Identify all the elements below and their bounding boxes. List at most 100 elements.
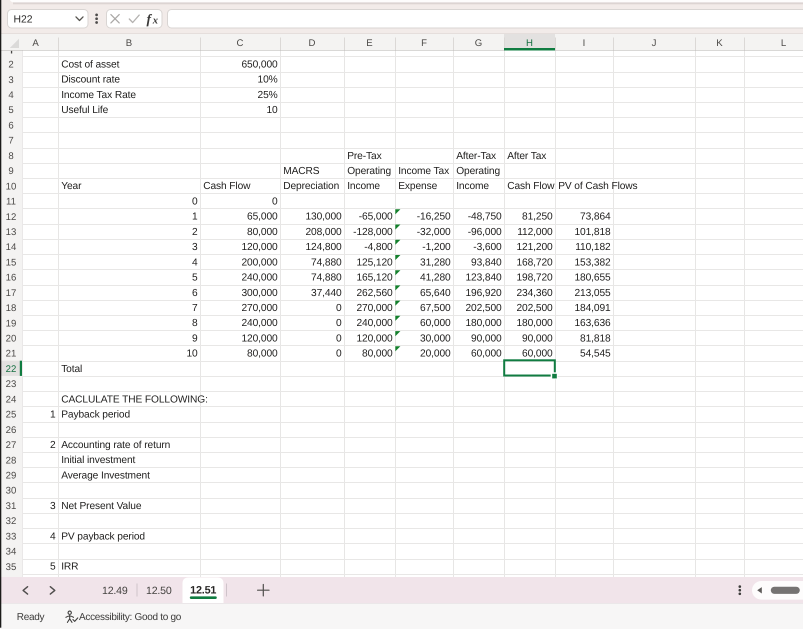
svg-text:Operating: Operating xyxy=(347,166,391,177)
svg-text:41,280: 41,280 xyxy=(420,273,451,284)
svg-text:15: 15 xyxy=(6,257,17,268)
svg-text:60,000: 60,000 xyxy=(420,318,451,329)
svg-text:H: H xyxy=(526,38,533,49)
svg-text:-96,000: -96,000 xyxy=(468,227,502,238)
svg-text:3: 3 xyxy=(50,501,56,512)
svg-text:25%: 25% xyxy=(258,90,278,101)
svg-text:K: K xyxy=(716,38,723,49)
svg-text:24: 24 xyxy=(6,394,17,405)
svg-text:12.51: 12.51 xyxy=(190,585,216,597)
svg-text:180,000: 180,000 xyxy=(465,318,502,329)
svg-text:Operating: Operating xyxy=(456,166,500,177)
svg-text:18: 18 xyxy=(6,303,17,314)
svg-text:54,545: 54,545 xyxy=(580,349,611,360)
svg-text:2: 2 xyxy=(8,60,13,71)
svg-text:0: 0 xyxy=(336,303,342,314)
svg-text:25: 25 xyxy=(6,410,17,421)
svg-text:-4,800: -4,800 xyxy=(364,242,393,253)
svg-text:125,120: 125,120 xyxy=(356,257,393,268)
svg-text:67,500: 67,500 xyxy=(420,303,451,314)
svg-text:31: 31 xyxy=(6,501,17,512)
svg-text:34: 34 xyxy=(6,547,17,558)
svg-text:165,120: 165,120 xyxy=(356,273,393,284)
svg-text:Income: Income xyxy=(347,181,380,192)
svg-text:10%: 10% xyxy=(258,75,278,86)
svg-text:168,720: 168,720 xyxy=(516,257,553,268)
svg-text:270,000: 270,000 xyxy=(241,303,278,314)
svg-text:120,000: 120,000 xyxy=(241,242,278,253)
svg-text:270,000: 270,000 xyxy=(356,303,393,314)
svg-text:81,818: 81,818 xyxy=(580,333,611,344)
svg-text:Initial investment: Initial investment xyxy=(61,455,135,466)
svg-text:Useful Life: Useful Life xyxy=(61,105,108,116)
svg-text:0: 0 xyxy=(336,349,342,360)
svg-text:81,250: 81,250 xyxy=(522,212,553,223)
svg-text:B: B xyxy=(126,38,132,49)
svg-text:184,091: 184,091 xyxy=(574,303,611,314)
svg-text:120,000: 120,000 xyxy=(241,333,278,344)
svg-text:12.49: 12.49 xyxy=(102,585,128,597)
svg-text:MACRS: MACRS xyxy=(283,166,320,177)
svg-text:6: 6 xyxy=(8,120,13,131)
svg-text:163,636: 163,636 xyxy=(574,318,611,329)
svg-text:80,000: 80,000 xyxy=(362,349,393,360)
svg-text:32: 32 xyxy=(6,516,17,527)
svg-text:20,000: 20,000 xyxy=(420,349,451,360)
svg-text:650,000: 650,000 xyxy=(241,59,278,70)
svg-text:-48,750: -48,750 xyxy=(468,212,502,223)
svg-text:L: L xyxy=(781,38,787,49)
svg-text:5: 5 xyxy=(8,105,13,116)
svg-text:H22: H22 xyxy=(14,14,33,25)
svg-text:124,800: 124,800 xyxy=(305,242,342,253)
svg-text:300,000: 300,000 xyxy=(241,288,278,299)
svg-text:16: 16 xyxy=(6,273,17,284)
svg-text:74,880: 74,880 xyxy=(311,257,342,268)
svg-text:22: 22 xyxy=(6,364,17,375)
svg-text:1: 1 xyxy=(192,212,198,223)
svg-text:After Tax: After Tax xyxy=(507,151,546,162)
svg-text:200,000: 200,000 xyxy=(241,257,278,268)
svg-text:-3,600: -3,600 xyxy=(473,242,502,253)
svg-text:After-Tax: After-Tax xyxy=(456,151,496,162)
svg-text:9: 9 xyxy=(8,166,13,177)
svg-text:Income Tax Rate: Income Tax Rate xyxy=(61,90,136,101)
svg-text:262,560: 262,560 xyxy=(356,288,393,299)
svg-text:180,000: 180,000 xyxy=(516,318,553,329)
svg-text:Expense: Expense xyxy=(398,181,437,192)
svg-text:20: 20 xyxy=(6,334,17,345)
svg-text:-32,000: -32,000 xyxy=(417,227,451,238)
svg-text:37,440: 37,440 xyxy=(311,288,342,299)
svg-text:35: 35 xyxy=(6,562,17,573)
svg-text:101,818: 101,818 xyxy=(574,227,611,238)
svg-text:202,500: 202,500 xyxy=(516,303,553,314)
svg-text:0: 0 xyxy=(192,196,198,207)
svg-text:0: 0 xyxy=(336,333,342,344)
svg-text:Cash Flow: Cash Flow xyxy=(203,181,251,192)
svg-text:Payback period: Payback period xyxy=(61,410,130,421)
svg-text:60,000: 60,000 xyxy=(522,349,553,360)
svg-text:7: 7 xyxy=(192,303,198,314)
svg-text:Net Present Value: Net Present Value xyxy=(61,501,142,512)
svg-text:Total: Total xyxy=(61,364,82,375)
svg-text:-16,250: -16,250 xyxy=(417,212,451,223)
svg-text:60,000: 60,000 xyxy=(471,349,502,360)
svg-text:5: 5 xyxy=(192,273,198,284)
svg-text:PV of Cash Flows: PV of Cash Flows xyxy=(558,181,637,192)
svg-text:PV payback period: PV payback period xyxy=(61,531,145,542)
svg-text:0: 0 xyxy=(272,196,278,207)
svg-text:65,640: 65,640 xyxy=(420,288,451,299)
svg-text:Discount rate: Discount rate xyxy=(61,75,120,86)
svg-text:130,000: 130,000 xyxy=(305,212,342,223)
svg-text:65,000: 65,000 xyxy=(247,212,278,223)
svg-text:6: 6 xyxy=(192,288,198,299)
svg-text:234,360: 234,360 xyxy=(516,288,553,299)
svg-text:D: D xyxy=(309,38,316,49)
svg-text:30: 30 xyxy=(6,486,17,497)
svg-text:x: x xyxy=(152,15,158,26)
svg-text:Pre-Tax: Pre-Tax xyxy=(347,151,381,162)
svg-text:J: J xyxy=(652,38,657,49)
svg-text:11: 11 xyxy=(6,197,16,208)
svg-text:Average Investment: Average Investment xyxy=(61,470,150,481)
svg-text:30,000: 30,000 xyxy=(420,333,451,344)
svg-text:9: 9 xyxy=(192,333,198,344)
